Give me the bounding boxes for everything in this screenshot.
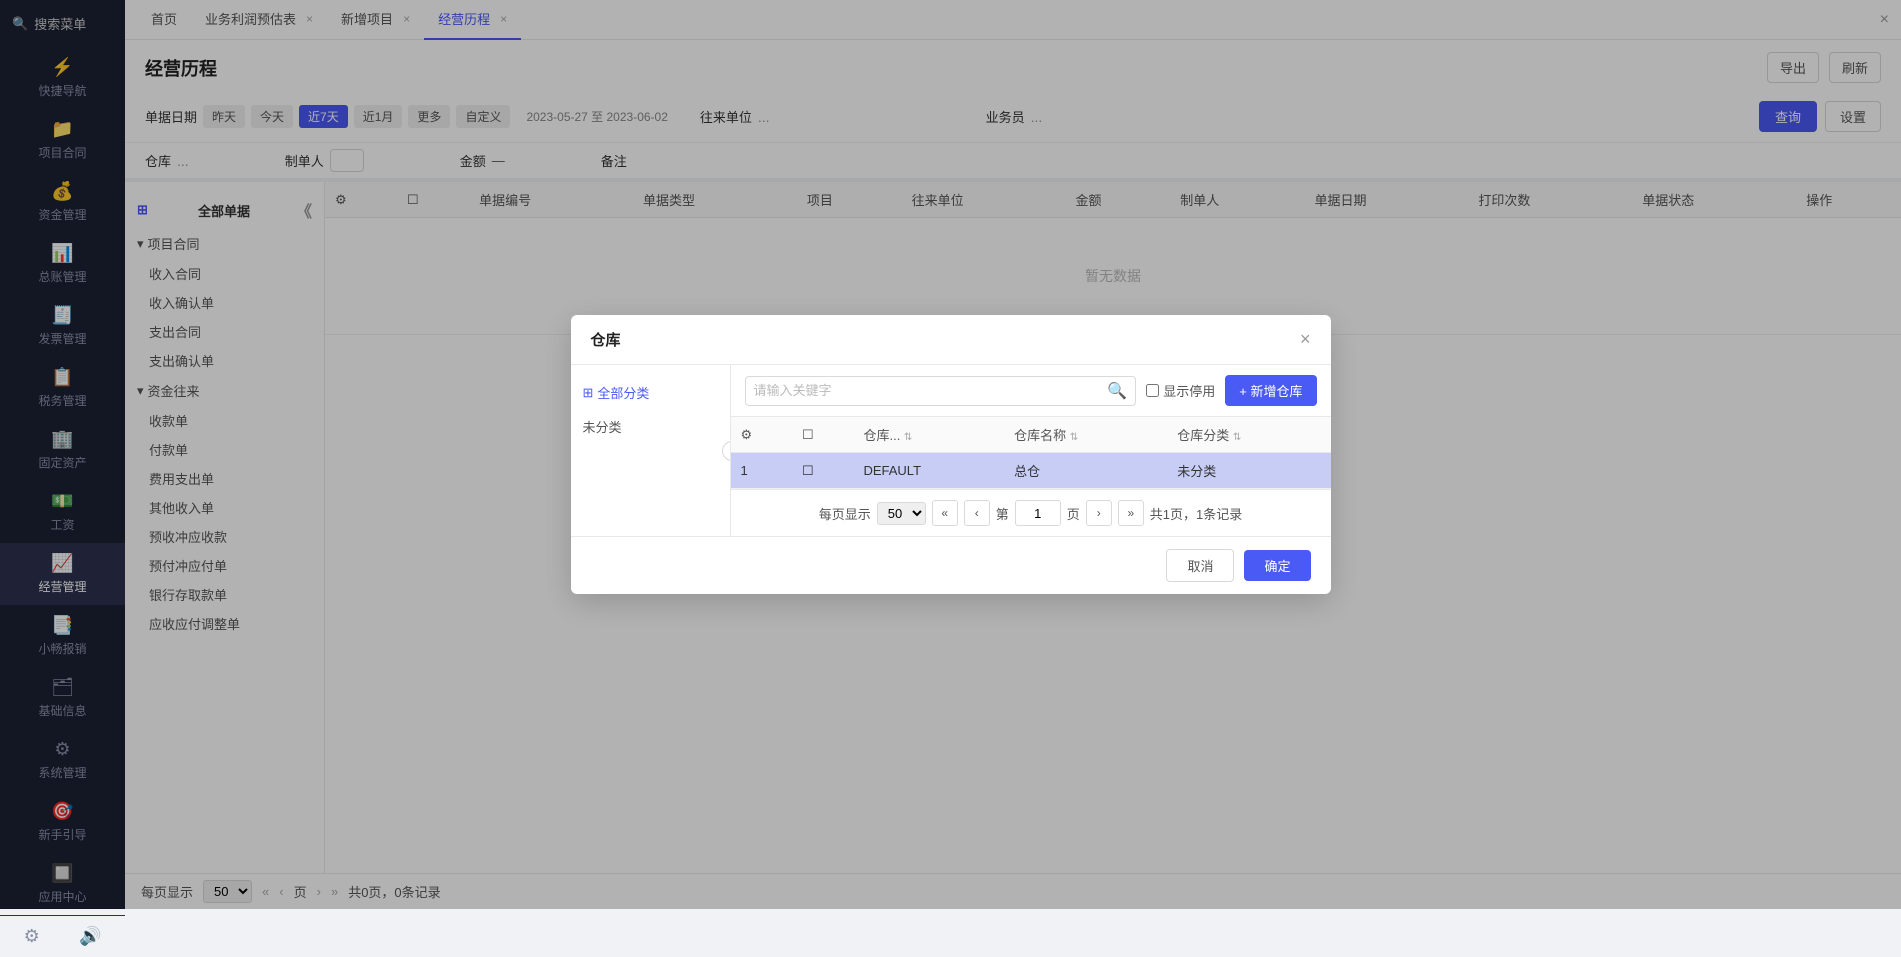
modal-page-prefix: 第 bbox=[996, 504, 1009, 523]
sidebar-bottom: ⚙ 🔊 bbox=[0, 915, 125, 957]
wh-table-col-name: 仓库名称 ⇅ bbox=[1004, 417, 1167, 453]
modal-grid-icon: ⊞ bbox=[583, 385, 594, 401]
modal-next-page-btn[interactable]: › bbox=[1086, 500, 1112, 526]
modal-total-label: 共1页，1条记录 bbox=[1150, 504, 1242, 523]
modal-search-wrap: 🔍 bbox=[745, 376, 1137, 406]
modal-page-suffix: 页 bbox=[1067, 504, 1080, 523]
modal-left-collapse-btn[interactable]: 《 bbox=[722, 441, 731, 461]
wh-table-gear[interactable]: ⚙ bbox=[731, 417, 792, 453]
wh-table-col-category: 仓库分类 ⇅ bbox=[1167, 417, 1330, 453]
modal-first-page-btn[interactable]: « bbox=[932, 500, 958, 526]
modal-left-uncategorized[interactable]: 未分类 bbox=[571, 410, 730, 443]
modal-toolbar: 🔍 显示停用 + 新增仓库 bbox=[731, 365, 1331, 417]
warehouse-table: ⚙ ☐ 仓库... ⇅ 仓库名称 ⇅ 仓库分类 ⇅ 1 ☐ DE bbox=[731, 417, 1331, 489]
modal-confirm-button[interactable]: 确定 bbox=[1244, 550, 1310, 581]
settings-bottom-icon[interactable]: ⚙ bbox=[24, 926, 40, 947]
wh-row-category: 未分类 bbox=[1167, 453, 1330, 489]
wh-row-name: 总仓 bbox=[1004, 453, 1167, 489]
modal-overlay: 仓库 × ⊞ 全部分类 未分类 《 bbox=[0, 0, 1901, 909]
modal-left: ⊞ 全部分类 未分类 《 bbox=[571, 365, 731, 536]
modal-title: 仓库 bbox=[591, 329, 621, 350]
modal-per-page-label: 每页显示 bbox=[819, 504, 871, 523]
modal-last-page-btn[interactable]: » bbox=[1118, 500, 1144, 526]
wh-row-code: DEFAULT bbox=[853, 453, 1004, 489]
modal-search-icon[interactable]: 🔍 bbox=[1107, 381, 1127, 401]
modal-show-disabled-checkbox[interactable] bbox=[1146, 384, 1159, 397]
modal-left-header[interactable]: ⊞ 全部分类 bbox=[571, 375, 730, 410]
modal-prev-page-btn[interactable]: ‹ bbox=[964, 500, 990, 526]
modal-page-input[interactable] bbox=[1015, 500, 1061, 526]
modal-cancel-button[interactable]: 取消 bbox=[1166, 549, 1234, 582]
modal-uncategorized-label: 未分类 bbox=[583, 420, 622, 435]
modal-show-disabled-label: 显示停用 bbox=[1163, 381, 1215, 400]
wh-row-check[interactable]: ☐ bbox=[792, 453, 853, 489]
warehouse-table-row[interactable]: 1 ☐ DEFAULT 总仓 未分类 bbox=[731, 453, 1331, 489]
modal-body: ⊞ 全部分类 未分类 《 🔍 显示停用 bbox=[571, 365, 1331, 536]
modal-right: 🔍 显示停用 + 新增仓库 ⚙ ☐ bbox=[731, 365, 1331, 536]
modal-show-disabled-wrap: 显示停用 bbox=[1146, 381, 1215, 400]
modal-pagination: 每页显示 50 « ‹ 第 页 › » 共1页，1条记录 bbox=[731, 489, 1331, 536]
modal-footer: 取消 确定 bbox=[571, 536, 1331, 594]
wh-row-num: 1 bbox=[731, 453, 792, 489]
add-warehouse-button[interactable]: + 新增仓库 bbox=[1225, 375, 1316, 406]
modal-all-label: 全部分类 bbox=[597, 383, 649, 402]
modal-search-input[interactable] bbox=[754, 383, 1102, 398]
modal-close-button[interactable]: × bbox=[1300, 329, 1311, 350]
volume-icon[interactable]: 🔊 bbox=[79, 926, 101, 947]
modal-header: 仓库 × bbox=[571, 315, 1331, 365]
wh-table-check[interactable]: ☐ bbox=[792, 417, 853, 453]
modal-table: ⚙ ☐ 仓库... ⇅ 仓库名称 ⇅ 仓库分类 ⇅ 1 ☐ DE bbox=[731, 417, 1331, 489]
modal-per-page-select[interactable]: 50 bbox=[877, 502, 926, 525]
modal: 仓库 × ⊞ 全部分类 未分类 《 bbox=[571, 315, 1331, 594]
wh-table-col-code: 仓库... ⇅ bbox=[853, 417, 1004, 453]
